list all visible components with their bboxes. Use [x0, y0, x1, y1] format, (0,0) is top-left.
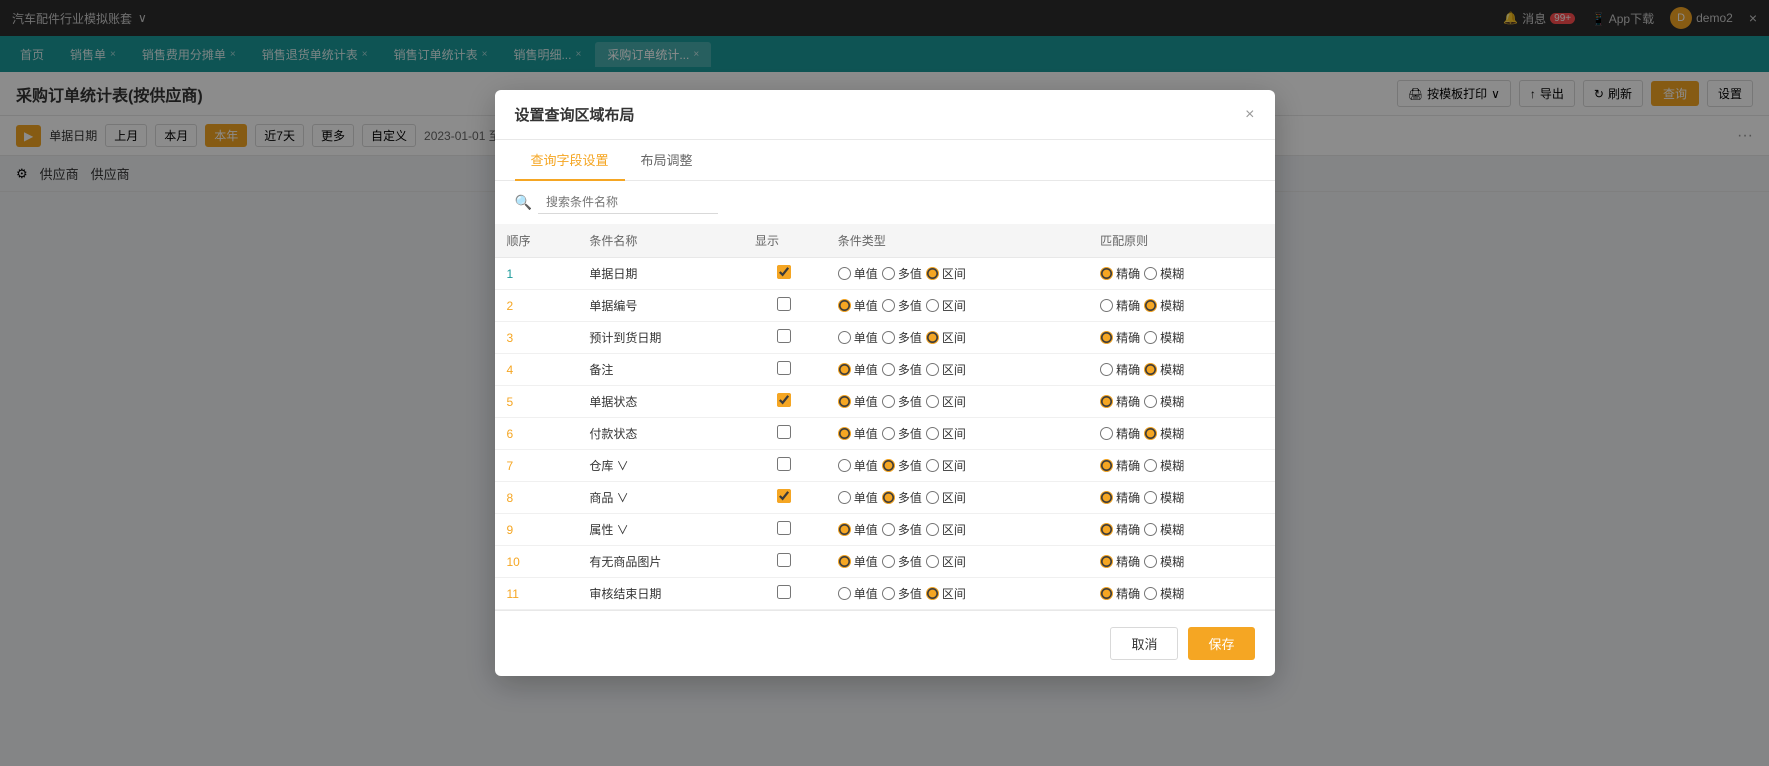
display-checkbox[interactable] — [777, 585, 791, 599]
condition-name-cell: 单据日期 — [577, 258, 743, 290]
condition-name-cell: 有无商品图片 — [577, 546, 743, 578]
display-checkbox[interactable] — [777, 265, 791, 279]
condition-name-cell: 单据编号 — [577, 290, 743, 322]
order-cell: 7 — [495, 450, 578, 482]
match-cell: 精确模糊 — [1088, 290, 1274, 322]
type-cell: 单值多值区间 — [826, 418, 1088, 450]
condition-name-cell: 备注 — [577, 354, 743, 386]
type-cell: 单值多值区间 — [826, 482, 1088, 514]
modal-overlay: 设置查询区域布局 × 查询字段设置 布局调整 🔍 顺序 条件名称 — [0, 0, 1769, 766]
type-cell: 单值多值区间 — [826, 546, 1088, 578]
dialog-header: 设置查询区域布局 × — [495, 90, 1275, 140]
table-row: 8商品 ∨ 单值多值区间精确模糊 — [495, 482, 1275, 514]
save-button[interactable]: 保存 — [1188, 627, 1254, 660]
order-cell: 6 — [495, 418, 578, 450]
match-cell: 精确模糊 — [1088, 322, 1274, 354]
condition-name-cell: 审核结束日期 — [577, 578, 743, 610]
order-cell: 9 — [495, 514, 578, 546]
display-cell — [743, 322, 826, 354]
condition-name-cell: 单据状态 — [577, 386, 743, 418]
table-row: 3预计到货日期 单值多值区间精确模糊 — [495, 322, 1275, 354]
table-row: 10有无商品图片 单值多值区间精确模糊 — [495, 546, 1275, 578]
match-cell: 精确模糊 — [1088, 450, 1274, 482]
th-order: 顺序 — [495, 224, 578, 258]
display-checkbox[interactable] — [777, 521, 791, 535]
order-cell: 2 — [495, 290, 578, 322]
table-row: 2单据编号 单值多值区间精确模糊 — [495, 290, 1275, 322]
table-row: 9属性 ∨ 单值多值区间精确模糊 — [495, 514, 1275, 546]
order-cell: 1 — [495, 258, 578, 290]
tab-layout-adjust[interactable]: 布局调整 — [625, 140, 709, 181]
display-checkbox[interactable] — [777, 393, 791, 407]
condition-name-cell: 商品 ∨ — [577, 482, 743, 514]
table-row: 5单据状态 单值多值区间精确模糊 — [495, 386, 1275, 418]
order-cell: 11 — [495, 578, 578, 610]
display-cell — [743, 546, 826, 578]
table-row: 11审核结束日期 单值多值区间精确模糊 — [495, 578, 1275, 610]
match-cell: 精确模糊 — [1088, 354, 1274, 386]
condition-name-cell: 付款状态 — [577, 418, 743, 450]
condition-name-cell: 属性 ∨ — [577, 514, 743, 546]
display-cell — [743, 290, 826, 322]
table-row: 6付款状态 单值多值区间精确模糊 — [495, 418, 1275, 450]
display-checkbox[interactable] — [777, 553, 791, 567]
conditions-table: 顺序 条件名称 显示 条件类型 匹配原则 1单据日期单值多值区间精确模糊2单据编… — [495, 224, 1275, 610]
match-cell: 精确模糊 — [1088, 418, 1274, 450]
th-display: 显示 — [743, 224, 826, 258]
display-checkbox[interactable] — [777, 329, 791, 343]
th-name: 条件名称 — [577, 224, 743, 258]
table-row: 1单据日期 单值多值区间精确模糊 — [495, 258, 1275, 290]
condition-name-cell: 仓库 ∨ — [577, 450, 743, 482]
cancel-button[interactable]: 取消 — [1110, 627, 1178, 660]
type-cell: 单值多值区间 — [826, 450, 1088, 482]
order-cell: 3 — [495, 322, 578, 354]
dialog-search-bar: 🔍 — [495, 181, 1275, 224]
display-cell — [743, 450, 826, 482]
match-cell: 精确模糊 — [1088, 546, 1274, 578]
dialog-footer: 取消 保存 — [495, 610, 1275, 676]
display-cell — [743, 386, 826, 418]
display-cell — [743, 578, 826, 610]
display-checkbox[interactable] — [777, 361, 791, 375]
type-cell: 单值多值区间 — [826, 290, 1088, 322]
order-cell: 10 — [495, 546, 578, 578]
th-type: 条件类型 — [826, 224, 1088, 258]
order-cell: 4 — [495, 354, 578, 386]
type-cell: 单值多值区间 — [826, 578, 1088, 610]
match-cell: 精确模糊 — [1088, 514, 1274, 546]
search-input[interactable] — [538, 191, 718, 214]
type-cell: 单值多值区间 — [826, 386, 1088, 418]
display-cell — [743, 418, 826, 450]
match-cell: 精确模糊 — [1088, 482, 1274, 514]
display-checkbox[interactable] — [777, 425, 791, 439]
order-cell: 5 — [495, 386, 578, 418]
type-cell: 单值多值区间 — [826, 354, 1088, 386]
type-cell: 单值多值区间 — [826, 258, 1088, 290]
type-cell: 单值多值区间 — [826, 514, 1088, 546]
display-checkbox[interactable] — [777, 489, 791, 503]
table-row: 7仓库 ∨ 单值多值区间精确模糊 — [495, 450, 1275, 482]
dialog-tabs: 查询字段设置 布局调整 — [495, 140, 1275, 181]
dialog: 设置查询区域布局 × 查询字段设置 布局调整 🔍 顺序 条件名称 — [495, 90, 1275, 676]
match-cell: 精确模糊 — [1088, 578, 1274, 610]
type-cell: 单值多值区间 — [826, 322, 1088, 354]
condition-name-cell: 预计到货日期 — [577, 322, 743, 354]
search-icon: 🔍 — [515, 194, 532, 211]
display-cell — [743, 354, 826, 386]
display-cell — [743, 482, 826, 514]
dialog-title: 设置查询区域布局 — [515, 104, 635, 125]
display-cell — [743, 514, 826, 546]
order-cell: 8 — [495, 482, 578, 514]
match-cell: 精确模糊 — [1088, 258, 1274, 290]
tab-query-fields[interactable]: 查询字段设置 — [515, 140, 625, 181]
dialog-close-button[interactable]: × — [1245, 107, 1254, 123]
display-checkbox[interactable] — [777, 457, 791, 471]
display-cell — [743, 258, 826, 290]
table-row: 4备注 单值多值区间精确模糊 — [495, 354, 1275, 386]
display-checkbox[interactable] — [777, 297, 791, 311]
match-cell: 精确模糊 — [1088, 386, 1274, 418]
th-match: 匹配原则 — [1088, 224, 1274, 258]
